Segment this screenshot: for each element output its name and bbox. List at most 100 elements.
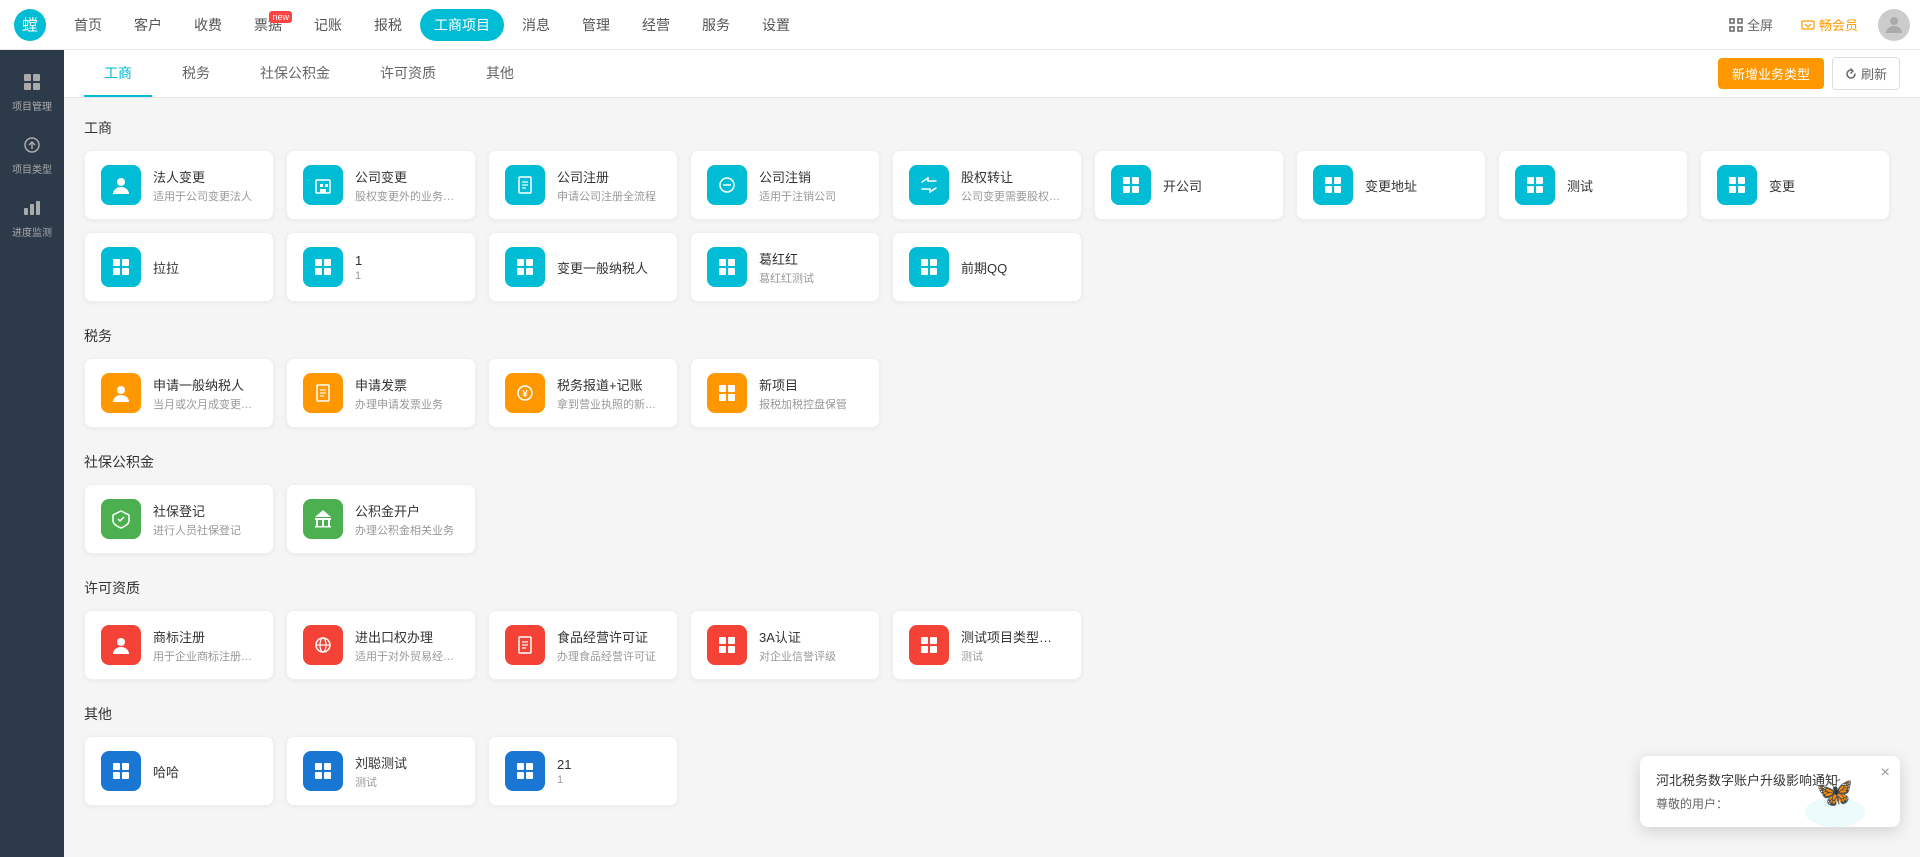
card-哈哈[interactable]: 哈哈: [84, 736, 274, 806]
section-title-xuke: 许可资质: [84, 578, 1900, 598]
sub-tab-许可资质[interactable]: 许可资质: [360, 51, 456, 97]
card-desc: 公司变更需要股权转让: [961, 188, 1065, 204]
notification-close-button[interactable]: ×: [1881, 764, 1890, 782]
card-name: 变更: [1769, 176, 1873, 195]
section-shebao: 社保公积金社保登记进行人员社保登记公积金开户办理公积金相关业务: [84, 452, 1900, 554]
sidebar-item-项目类型[interactable]: 项目类型: [0, 123, 64, 186]
card-desc: 葛红红测试: [759, 270, 863, 286]
card-name: 公司注销: [759, 167, 863, 186]
card-desc: 当月或次月成变更完成: [153, 396, 257, 412]
card-name: 申请发票: [355, 375, 459, 394]
card-变更地址[interactable]: 变更地址: [1296, 150, 1486, 220]
grid-card-icon: [1313, 165, 1353, 205]
card-税务报道+记账[interactable]: ¥税务报道+记账拿到营业执照的新公司: [488, 358, 678, 428]
grid-card-icon: [303, 247, 343, 287]
card-info: 股权转让公司变更需要股权转让: [961, 167, 1065, 204]
card-测试项目类型目定义[interactable]: 测试项目类型目定义测试: [892, 610, 1082, 680]
card-公司注册[interactable]: 公司注册申请公司注册全流程: [488, 150, 678, 220]
card-name: 公司变更: [355, 167, 459, 186]
card-info: 变更地址: [1365, 176, 1469, 195]
card-葛红红[interactable]: 葛红红葛红红测试: [690, 232, 880, 302]
document-card-icon: [505, 625, 545, 665]
card-info: 申请一般纳税人当月或次月成变更完成: [153, 375, 257, 412]
sidebar-label: 项目管理: [12, 98, 52, 113]
nav-item-记账[interactable]: 记账: [300, 9, 356, 41]
card-name: 进出口权办理: [355, 627, 459, 646]
nav-item-收费[interactable]: 收费: [180, 9, 236, 41]
card-name: 1: [355, 253, 459, 268]
card-info: 申请发票办理申请发票业务: [355, 375, 459, 412]
card-拉拉[interactable]: 拉拉: [84, 232, 274, 302]
card-前期QQ[interactable]: 前期QQ: [892, 232, 1082, 302]
nav-item-消息[interactable]: 消息: [508, 9, 564, 41]
nav-item-设置[interactable]: 设置: [748, 9, 804, 41]
sub-tab-工商[interactable]: 工商: [84, 51, 152, 97]
card-开公司[interactable]: 开公司: [1094, 150, 1284, 220]
card-name: 新项目: [759, 375, 863, 394]
card-info: 211: [557, 757, 661, 786]
sub-tab-其他[interactable]: 其他: [466, 51, 534, 97]
card-法人变更[interactable]: 法人变更适用于公司变更法人: [84, 150, 274, 220]
add-type-button[interactable]: 新增业务类型: [1718, 58, 1824, 89]
nav-item-报税[interactable]: 报税: [360, 9, 416, 41]
card-公积金开户[interactable]: 公积金开户办理公积金相关业务: [286, 484, 476, 554]
grid-card-icon: [1111, 165, 1151, 205]
card-info: 哈哈: [153, 762, 257, 781]
card-申请一般纳税人[interactable]: 申请一般纳税人当月或次月成变更完成: [84, 358, 274, 428]
section-title-shebao: 社保公积金: [84, 452, 1900, 472]
avatar[interactable]: [1878, 9, 1910, 41]
card-新项目[interactable]: 新项目报税加税控盘保管: [690, 358, 880, 428]
card-变更一般纳税人[interactable]: 变更一般纳税人: [488, 232, 678, 302]
nav-item-客户[interactable]: 客户: [120, 9, 176, 41]
card-股权转让[interactable]: 股权转让公司变更需要股权转让: [892, 150, 1082, 220]
card-公司变更[interactable]: 公司变更股权变更外的业务变更: [286, 150, 476, 220]
refresh-button[interactable]: 刷新: [1832, 57, 1900, 90]
card-1[interactable]: 11: [286, 232, 476, 302]
card-3A认证[interactable]: 3A认证对企业信誉评级: [690, 610, 880, 680]
app-logo[interactable]: 螳: [10, 5, 50, 45]
card-info: 新项目报税加税控盘保管: [759, 375, 863, 412]
card-21[interactable]: 211: [488, 736, 678, 806]
nav-items: 首页客户收费票据new记账报税工商项目消息管理经营服务设置: [60, 9, 1721, 41]
card-info: 前期QQ: [961, 258, 1065, 277]
sub-tab-社保公积金[interactable]: 社保公积金: [240, 51, 350, 97]
nav-item-票据[interactable]: 票据new: [240, 9, 296, 41]
card-info: 刘聪测试测试: [355, 753, 459, 790]
card-变更[interactable]: 变更: [1700, 150, 1890, 220]
card-desc: 报税加税控盘保管: [759, 396, 863, 412]
sub-tab-税务[interactable]: 税务: [162, 51, 230, 97]
card-食品经营许可证[interactable]: 食品经营许可证办理食品经营许可证: [488, 610, 678, 680]
grid-icon: [20, 70, 44, 94]
card-测试[interactable]: 测试: [1498, 150, 1688, 220]
sidebar-item-项目管理[interactable]: 项目管理: [0, 60, 64, 123]
card-name: 测试项目类型目定义: [961, 627, 1065, 646]
card-社保登记[interactable]: 社保登记进行人员社保登记: [84, 484, 274, 554]
card-商标注册[interactable]: 商标注册用于企业商标注册服务: [84, 610, 274, 680]
card-info: 变更: [1769, 176, 1873, 195]
cancel-card-icon: [707, 165, 747, 205]
section-title-gongshang: 工商: [84, 118, 1900, 138]
card-进出口权办理[interactable]: 进出口权办理适用于对外贸易经营者: [286, 610, 476, 680]
member-button[interactable]: 畅会员: [1793, 11, 1866, 38]
cards-grid-xuke: 商标注册用于企业商标注册服务进出口权办理适用于对外贸易经营者食品经营许可证办理食…: [84, 610, 1900, 680]
card-刘聪测试[interactable]: 刘聪测试测试: [286, 736, 476, 806]
card-desc: 拿到营业执照的新公司: [557, 396, 661, 412]
nav-item-管理[interactable]: 管理: [568, 9, 624, 41]
card-info: 变更一般纳税人: [557, 258, 661, 277]
card-申请发票[interactable]: 申请发票办理申请发票业务: [286, 358, 476, 428]
card-info: 公司变更股权变更外的业务变更: [355, 167, 459, 204]
fullscreen-button[interactable]: 全屏: [1721, 11, 1781, 38]
card-desc: 测试: [961, 648, 1065, 664]
nav-item-首页[interactable]: 首页: [60, 9, 116, 41]
sidebar-label: 项目类型: [12, 161, 52, 176]
card-公司注销[interactable]: 公司注销适用于注销公司: [690, 150, 880, 220]
transfer-card-icon: [909, 165, 949, 205]
nav-item-经营[interactable]: 经营: [628, 9, 684, 41]
card-info: 公司注册申请公司注册全流程: [557, 167, 661, 204]
nav-item-服务[interactable]: 服务: [688, 9, 744, 41]
globe-card-icon: [303, 625, 343, 665]
card-info: 拉拉: [153, 258, 257, 277]
nav-item-工商项目[interactable]: 工商项目: [420, 9, 504, 41]
sidebar-item-进度监测[interactable]: 进度监测: [0, 186, 64, 249]
member-label: 畅会员: [1819, 15, 1858, 34]
